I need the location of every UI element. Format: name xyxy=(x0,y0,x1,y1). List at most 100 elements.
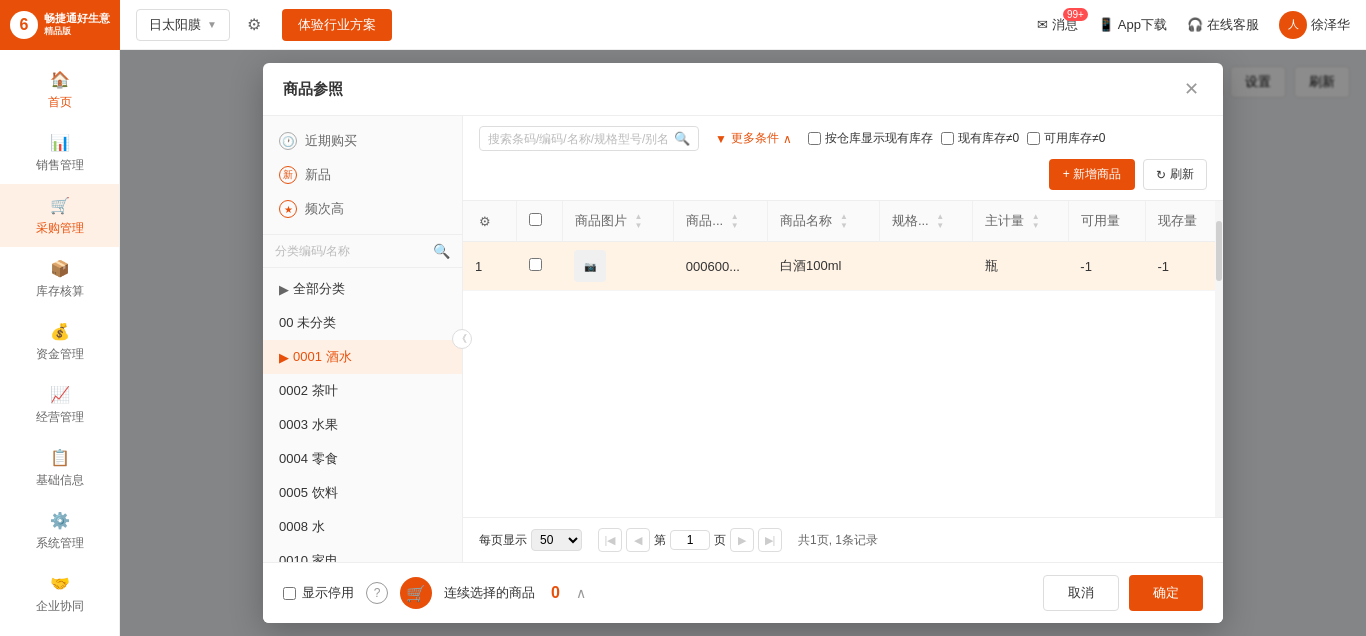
add-product-button[interactable]: + 新增商品 xyxy=(1049,159,1135,190)
available-stock-filter[interactable]: 可用库存≠0 xyxy=(1027,130,1105,147)
inventory-icon: 📦 xyxy=(49,257,71,279)
sidebar-item-guide[interactable]: 🎯 新手引导 xyxy=(0,625,119,636)
sidebar-item-inventory[interactable]: 📦 库存核算 xyxy=(0,247,119,310)
more-filters-button[interactable]: ▼ 更多条件 ∧ xyxy=(707,126,800,151)
page-size-select[interactable]: 50 10 20 100 xyxy=(531,529,582,551)
basic-info-icon: 📋 xyxy=(49,446,71,468)
current-stock-filter[interactable]: 现有库存≠0 xyxy=(941,130,1019,147)
system-icon: ⚙️ xyxy=(49,509,71,531)
toolbar-right-actions: + 新增商品 ↻ 刷新 xyxy=(1049,159,1207,190)
refresh-button[interactable]: ↻ 刷新 xyxy=(1143,159,1207,190)
sidebar-item-purchase[interactable]: 🛒 采购管理 xyxy=(0,184,119,247)
sidebar-item-basic-info[interactable]: 📋 基础信息 xyxy=(0,436,119,499)
service-button[interactable]: 🎧 在线客服 xyxy=(1187,16,1259,34)
sidebar-item-sales[interactable]: 📊 销售管理 xyxy=(0,121,119,184)
category-search-icon[interactable]: 🔍 xyxy=(433,243,450,259)
product-table-wrapper: ⚙ 商品图片 ▲▼ xyxy=(463,201,1223,517)
headset-icon: 🎧 xyxy=(1187,17,1203,32)
page-number-input[interactable] xyxy=(670,530,710,550)
category-item-all[interactable]: ▶ 全部分类 xyxy=(263,272,462,306)
user-menu[interactable]: 人 徐泽华 xyxy=(1279,11,1350,39)
collapse-selected-icon[interactable]: ∧ xyxy=(576,585,586,601)
chevron-up-icon: ∧ xyxy=(783,132,792,146)
home-icon: 🏠 xyxy=(49,68,71,90)
category-item-0010[interactable]: 0010 家电 xyxy=(263,544,462,562)
sidebar-item-home[interactable]: 🏠 首页 xyxy=(0,58,119,121)
show-disabled-input[interactable] xyxy=(283,587,296,600)
first-page-button[interactable]: |◀ xyxy=(598,528,622,552)
row-checkbox[interactable] xyxy=(529,258,542,271)
category-item-0005[interactable]: 0005 饮料 xyxy=(263,476,462,510)
select-all-checkbox[interactable] xyxy=(529,213,542,226)
modal-header: 商品参照 ✕ xyxy=(263,63,1223,116)
frequent-tab[interactable]: ★ 频次高 xyxy=(263,192,462,226)
message-button[interactable]: ✉ 消息 99+ xyxy=(1037,16,1078,34)
help-button[interactable]: ? xyxy=(366,582,388,604)
table-settings-icon[interactable]: ⚙ xyxy=(475,211,495,231)
row-stock-cell: -1 xyxy=(1145,242,1222,291)
scrollbar-thumb xyxy=(1216,221,1222,281)
prev-page-button[interactable]: ◀ xyxy=(626,528,650,552)
business-icon: 📈 xyxy=(49,383,71,405)
cart-icon[interactable]: 🛒 xyxy=(400,577,432,609)
confirm-button[interactable]: 确定 xyxy=(1129,575,1203,611)
table-header: ⚙ 商品图片 ▲▼ xyxy=(463,201,1223,242)
row-spec-cell xyxy=(879,242,972,291)
table-row[interactable]: 1 📷 000600... 白酒100ml xyxy=(463,242,1223,291)
category-item-0002[interactable]: 0002 茶叶 xyxy=(263,374,462,408)
sidebar-item-enterprise[interactable]: 🤝 企业协同 xyxy=(0,562,119,625)
message-icon: ✉ xyxy=(1037,17,1048,32)
cancel-button[interactable]: 取消 xyxy=(1043,575,1119,611)
branch-dropdown[interactable]: 日太阳膜 ▼ xyxy=(136,9,230,41)
current-stock-checkbox[interactable] xyxy=(941,132,954,145)
search-icon[interactable]: 🔍 xyxy=(674,131,690,146)
right-panel: 🔍 ▼ 更多条件 ∧ 按仓库显示现有库存 xyxy=(463,116,1223,562)
row-name-cell: 白酒100ml xyxy=(768,242,879,291)
pagination: 每页显示 50 10 20 100 |◀ ◀ xyxy=(463,517,1223,562)
category-item-0008[interactable]: 0008 水 xyxy=(263,510,462,544)
category-item-00[interactable]: 00 未分类 xyxy=(263,306,462,340)
category-item-0003[interactable]: 0003 水果 xyxy=(263,408,462,442)
main-layout: 🏠 首页 📊 销售管理 🛒 采购管理 📦 库存核算 💰 资金管理 📈 经营管理 … xyxy=(0,50,1366,636)
product-search-box: 🔍 xyxy=(479,126,699,151)
last-page-button[interactable]: ▶| xyxy=(758,528,782,552)
show-disabled-checkbox[interactable]: 显示停用 xyxy=(283,584,354,602)
sidebar-item-finance[interactable]: 💰 资金管理 xyxy=(0,310,119,373)
avatar: 人 xyxy=(1279,11,1307,39)
footer-actions: 取消 确定 xyxy=(1043,575,1203,611)
category-item-0001[interactable]: ▶ 0001 酒水 xyxy=(263,340,462,374)
category-list: ▶ 全部分类 00 未分类 ▶ 0001 酒水 0002 茶 xyxy=(263,268,462,562)
product-search-input[interactable] xyxy=(488,132,668,146)
available-stock-checkbox[interactable] xyxy=(1027,132,1040,145)
row-index: 1 xyxy=(463,242,517,291)
recent-purchase-tab[interactable]: 🕐 近期购买 xyxy=(263,124,462,158)
category-item-0004[interactable]: 0004 零食 xyxy=(263,442,462,476)
product-table: ⚙ 商品图片 ▲▼ xyxy=(463,201,1223,291)
warehouse-stock-filter[interactable]: 按仓库显示现有库存 xyxy=(808,130,933,147)
page-size-selector: 每页显示 50 10 20 100 xyxy=(479,529,582,551)
clock-icon: 🕐 xyxy=(279,132,297,150)
collapse-panel-button[interactable]: 《 xyxy=(452,329,472,349)
table-scrollbar[interactable] xyxy=(1215,201,1223,517)
gear-button[interactable]: ⚙ xyxy=(238,9,270,41)
message-badge: 99+ xyxy=(1063,8,1088,21)
experience-button[interactable]: 体验行业方案 xyxy=(282,9,392,41)
app-download-button[interactable]: 📱 App下载 xyxy=(1098,16,1167,34)
enterprise-icon: 🤝 xyxy=(49,572,71,594)
category-search-area: 🔍 xyxy=(263,235,462,268)
modal-close-button[interactable]: ✕ xyxy=(1179,77,1203,101)
warehouse-stock-checkbox[interactable] xyxy=(808,132,821,145)
sidebar-item-business[interactable]: 📈 经营管理 xyxy=(0,373,119,436)
cart-label: 连续选择的商品 xyxy=(444,584,535,602)
stock-column-header: 现存量 xyxy=(1145,201,1222,242)
logo-subtitle: 精品版 xyxy=(44,25,110,38)
checkbox-column-header xyxy=(517,201,563,242)
next-page-button[interactable]: ▶ xyxy=(730,528,754,552)
row-unit-cell: 瓶 xyxy=(973,242,1069,291)
settings-column-header: ⚙ xyxy=(463,201,517,242)
new-product-tab[interactable]: 新 新品 xyxy=(263,158,462,192)
sidebar-item-system[interactable]: ⚙️ 系统管理 xyxy=(0,499,119,562)
selected-count: 0 xyxy=(551,584,560,602)
category-search-input[interactable] xyxy=(275,244,427,258)
finance-icon: 💰 xyxy=(49,320,71,342)
